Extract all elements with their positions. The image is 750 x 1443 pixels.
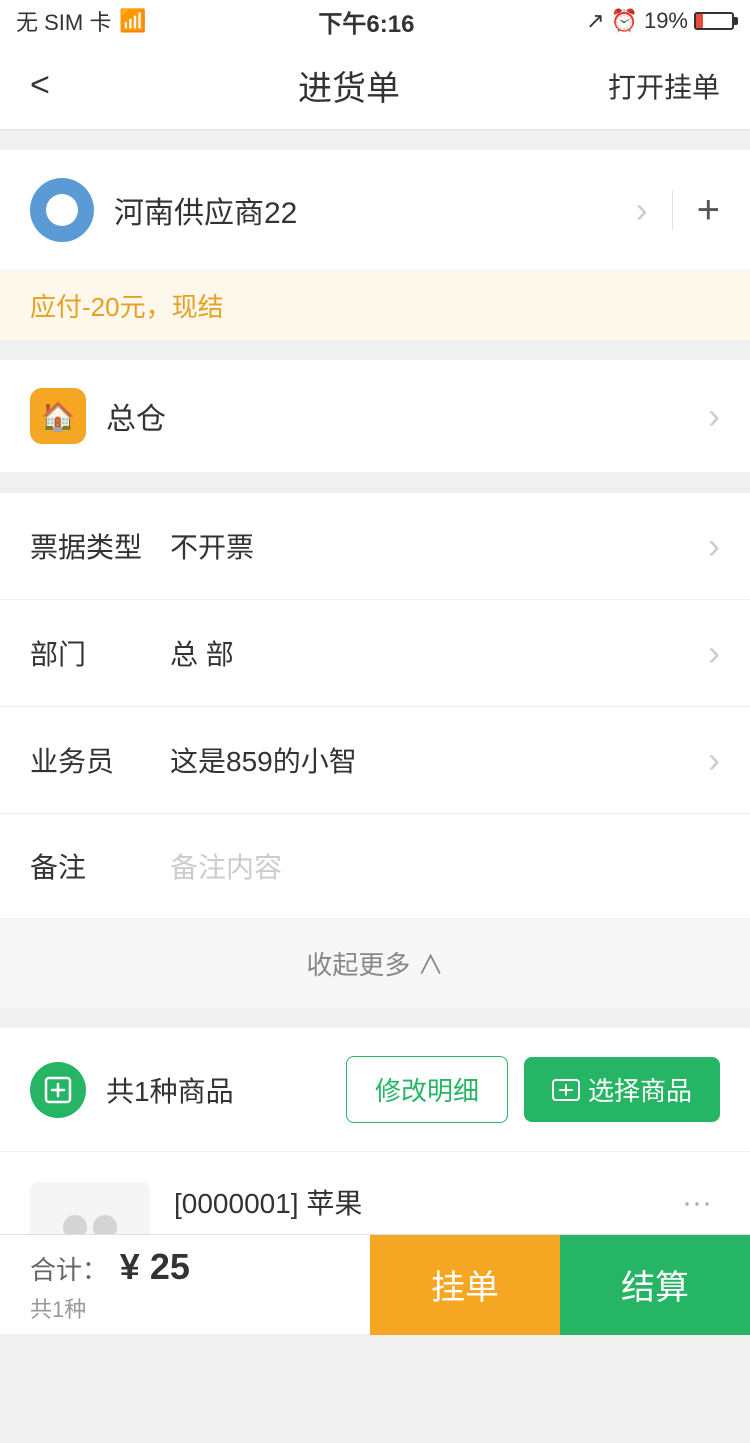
- nav-bar: < 进货单 打开挂单: [0, 42, 750, 130]
- warehouse-section: 🏠 总仓: [0, 360, 750, 473]
- vertical-divider: [672, 190, 673, 230]
- products-header: 共1种商品 修改明细 选择商品: [0, 1028, 750, 1152]
- checkout-button[interactable]: 结算: [560, 1235, 750, 1335]
- salesperson-chevron-icon: [708, 739, 720, 781]
- total-amount: 合计： ¥ 25: [30, 1246, 340, 1288]
- edit-detail-button[interactable]: 修改明细: [346, 1056, 508, 1123]
- wifi-icon: 📶: [119, 8, 146, 34]
- total-count: 共1种: [30, 1292, 340, 1324]
- product-count-text: 共1种商品: [106, 1070, 346, 1110]
- remark-row[interactable]: 备注 备注内容: [0, 814, 750, 919]
- remark-value[interactable]: 备注内容: [170, 846, 720, 886]
- bottom-spacer: [0, 1333, 750, 1443]
- back-button[interactable]: <: [30, 66, 90, 105]
- section-gap-3: [0, 473, 750, 493]
- product-name-text: 苹果: [306, 1188, 362, 1219]
- avatar-inner: [46, 194, 78, 226]
- salesperson-value: 这是859的小智: [170, 740, 698, 780]
- status-left: 无 SIM 卡 📶: [16, 5, 147, 37]
- salesperson-row[interactable]: 业务员 这是859的小智: [0, 707, 750, 814]
- supplier-name: 河南供应商22: [114, 188, 626, 232]
- form-section: 票据类型 不开票 部门 总 部 业务员 这是859的小智 备注 备注内容: [0, 493, 750, 919]
- section-gap-4: [0, 1008, 750, 1028]
- product-code: [0000001]: [174, 1188, 299, 1219]
- hang-button[interactable]: 挂单: [370, 1235, 560, 1335]
- collapse-label: 收起更多 ∧: [306, 945, 443, 982]
- supplier-section: 河南供应商22 + 应付-20元，现结: [0, 150, 750, 340]
- invoice-label: 票据类型: [30, 526, 170, 566]
- status-time: 下午6:16: [318, 4, 414, 39]
- supplier-info-banner: 应付-20元，现结: [0, 271, 750, 340]
- invoice-value: 不开票: [170, 526, 698, 566]
- section-gap-1: [0, 130, 750, 150]
- product-more-button[interactable]: ···: [674, 1182, 720, 1224]
- collapse-button[interactable]: 收起更多 ∧: [0, 919, 750, 1008]
- product-name: [0000001] 苹果: [174, 1182, 674, 1222]
- dept-value: 总 部: [170, 633, 698, 673]
- status-bar: 无 SIM 卡 📶 下午6:16 ↗ ⏰ 19%: [0, 0, 750, 42]
- supplier-row[interactable]: 河南供应商22 +: [0, 150, 750, 271]
- invoice-chevron-icon: [708, 525, 720, 567]
- salesperson-label: 业务员: [30, 740, 170, 780]
- invoice-row[interactable]: 票据类型 不开票: [0, 493, 750, 600]
- select-product-label: 选择商品: [588, 1071, 692, 1108]
- total-value: ¥ 25: [120, 1246, 190, 1287]
- total-label: 合计：: [30, 1255, 108, 1285]
- status-right: ↗ ⏰ 19%: [586, 8, 734, 34]
- open-hang-button[interactable]: 打开挂单: [608, 66, 720, 106]
- product-count-icon: [30, 1062, 86, 1118]
- alarm-icon: ⏰: [611, 8, 638, 34]
- dept-label: 部门: [30, 633, 170, 673]
- carrier-text: 无 SIM 卡: [16, 5, 111, 37]
- warehouse-icon: 🏠: [30, 388, 86, 444]
- battery-text: 19%: [644, 8, 688, 34]
- add-button[interactable]: +: [697, 188, 720, 233]
- location-icon: ↗: [586, 8, 604, 34]
- dept-row[interactable]: 部门 总 部: [0, 600, 750, 707]
- dept-chevron-icon: [708, 632, 720, 674]
- supplier-chevron-icon: [636, 189, 648, 231]
- supplier-avatar: [30, 178, 94, 242]
- page-title: 进货单: [298, 61, 400, 110]
- section-gap-2: [0, 340, 750, 360]
- warehouse-name: 总仓: [106, 394, 698, 438]
- battery-fill: [696, 14, 703, 28]
- warehouse-chevron-icon: [708, 395, 720, 437]
- battery-icon: [694, 12, 734, 30]
- select-product-button[interactable]: 选择商品: [524, 1057, 720, 1122]
- warehouse-row[interactable]: 🏠 总仓: [0, 360, 750, 473]
- remark-label: 备注: [30, 846, 170, 886]
- total-section: 合计： ¥ 25 共1种: [0, 1246, 370, 1324]
- bottom-bar: 合计： ¥ 25 共1种 挂单 结算: [0, 1234, 750, 1334]
